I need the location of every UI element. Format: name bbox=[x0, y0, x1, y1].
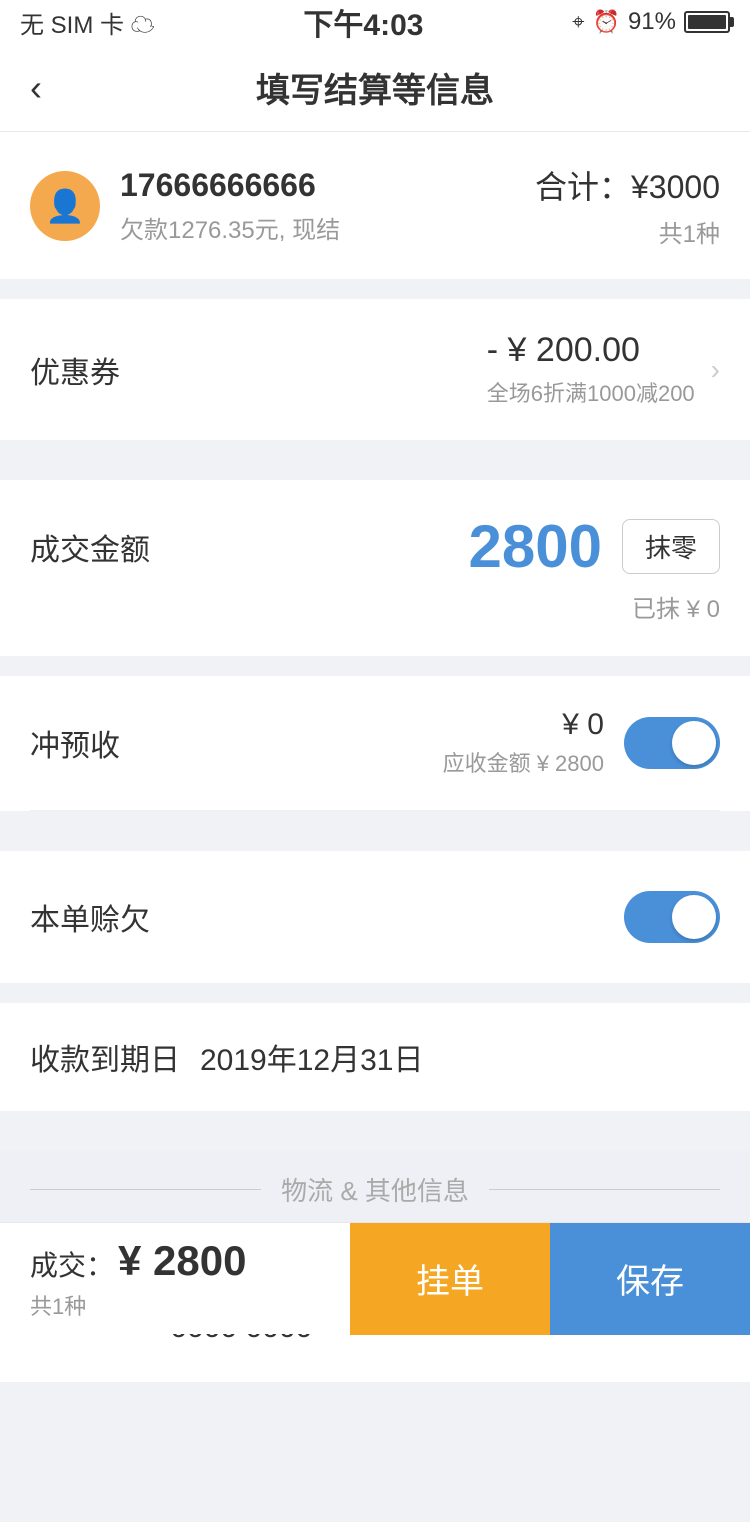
toggle-thumb bbox=[672, 721, 716, 765]
amount-row: 成交金额 2800 抹零 bbox=[30, 512, 720, 581]
save-button[interactable]: 保存 bbox=[550, 1223, 750, 1335]
credit-toggle[interactable] bbox=[624, 891, 720, 943]
user-info-section: 👤 17666666666 欠款1276.35元, 现结 合计：¥3000 共1… bbox=[0, 132, 750, 279]
prepay-amount: ¥ 0 应收金额 ¥ 2800 bbox=[443, 708, 604, 778]
prepay-toggle[interactable] bbox=[624, 717, 720, 769]
location-icon: ⌖ bbox=[572, 9, 584, 35]
user-info-right: 合计：¥3000 共1种 bbox=[535, 162, 720, 249]
page-title: 填写结算等信息 bbox=[256, 63, 494, 112]
sim-label: 无 SIM 卡 ☁ bbox=[20, 5, 155, 40]
logistics-separator: 物流 & 其他信息 bbox=[0, 1151, 750, 1228]
amount-value: 2800 bbox=[469, 512, 602, 581]
amount-value-wrap: 2800 抹零 bbox=[469, 512, 721, 581]
amount-label: 成交金额 bbox=[30, 525, 150, 569]
divider-3 bbox=[0, 1131, 750, 1151]
divider-2 bbox=[0, 831, 750, 851]
footer-deal-amount: ¥ 2800 bbox=[118, 1237, 246, 1285]
logistics-sep-text: 物流 & 其他信息 bbox=[261, 1171, 489, 1208]
footer-deal-label: 成交： bbox=[30, 1244, 114, 1284]
duedate-row: 收款到期日 2019年12月31日 bbox=[30, 1035, 720, 1079]
prepay-section: 冲预收 ¥ 0 应收金额 ¥ 2800 bbox=[0, 676, 750, 811]
coupon-discount: - ¥ 200.00 bbox=[487, 331, 695, 370]
coupon-label: 优惠券 bbox=[30, 348, 120, 392]
footer-deal-row: 成交： ¥ 2800 bbox=[30, 1237, 320, 1285]
prepay-label: 冲预收 bbox=[30, 721, 120, 765]
duedate-value: 2019年12月31日 bbox=[200, 1035, 423, 1079]
user-details: 17666666666 欠款1276.35元, 现结 bbox=[120, 167, 340, 245]
status-bar-right: ⌖ ⏰ 91% bbox=[572, 8, 730, 36]
duedate-section: 收款到期日 2019年12月31日 bbox=[0, 1003, 750, 1111]
credit-toggle-thumb bbox=[672, 895, 716, 939]
total-sub: 共1种 bbox=[535, 214, 720, 249]
battery-fill bbox=[688, 15, 726, 29]
footer: 成交： ¥ 2800 共1种 挂单 保存 bbox=[0, 1222, 750, 1334]
credit-section: 本单赊欠 bbox=[0, 851, 750, 983]
back-button[interactable]: ‹ bbox=[30, 67, 42, 109]
sep-line-right bbox=[489, 1189, 720, 1190]
coupon-sub: 全场6折满1000减200 bbox=[487, 376, 695, 408]
footer-deal-sub: 共1种 bbox=[30, 1289, 320, 1321]
coupon-row[interactable]: 优惠券 - ¥ 200.00 全场6折满1000减200 › bbox=[0, 299, 750, 440]
prepay-right: ¥ 0 应收金额 ¥ 2800 bbox=[443, 708, 720, 778]
status-bar: 无 SIM 卡 ☁ 下午4:03 ⌖ ⏰ 91% bbox=[0, 0, 750, 44]
user-phone: 17666666666 bbox=[120, 167, 340, 204]
avatar: 👤 bbox=[30, 171, 100, 241]
total-amount: 合计：¥3000 bbox=[535, 162, 720, 208]
alarm-icon: ⏰ bbox=[593, 9, 620, 35]
credit-row: 本单赊欠 bbox=[30, 851, 720, 983]
user-info-left: 👤 17666666666 欠款1276.35元, 现结 bbox=[30, 167, 340, 245]
avatar-icon: 👤 bbox=[45, 187, 85, 225]
status-bar-time: 下午4:03 bbox=[303, 0, 423, 44]
status-bar-left: 无 SIM 卡 ☁ bbox=[20, 5, 155, 40]
coupon-chevron-icon: › bbox=[711, 354, 720, 386]
duedate-label: 收款到期日 bbox=[30, 1035, 180, 1079]
prepay-amount-sub: 应收金额 ¥ 2800 bbox=[443, 746, 604, 778]
prepay-amount-main: ¥ 0 bbox=[443, 708, 604, 742]
credit-label: 本单赊欠 bbox=[30, 895, 150, 939]
round-button[interactable]: 抹零 bbox=[622, 519, 720, 574]
battery-icon bbox=[684, 11, 730, 33]
pending-button[interactable]: 挂单 bbox=[350, 1223, 550, 1335]
coupon-value-wrap: - ¥ 200.00 全场6折满1000减200 bbox=[487, 331, 695, 408]
battery-percent: 91% bbox=[628, 8, 676, 36]
amount-sub: 已抹 ¥ 0 bbox=[30, 589, 720, 624]
coupon-right: - ¥ 200.00 全场6折满1000减200 › bbox=[487, 331, 720, 408]
footer-summary: 成交： ¥ 2800 共1种 bbox=[0, 1237, 350, 1321]
divider-1 bbox=[0, 460, 750, 480]
amount-section: 成交金额 2800 抹零 已抹 ¥ 0 bbox=[0, 480, 750, 656]
prepay-row: 冲预收 ¥ 0 应收金额 ¥ 2800 bbox=[30, 676, 720, 811]
coupon-section[interactable]: 优惠券 - ¥ 200.00 全场6折满1000减200 › bbox=[0, 299, 750, 440]
nav-bar: ‹ 填写结算等信息 bbox=[0, 44, 750, 132]
user-sub: 欠款1276.35元, 现结 bbox=[120, 210, 340, 245]
sep-line-left bbox=[30, 1189, 261, 1190]
